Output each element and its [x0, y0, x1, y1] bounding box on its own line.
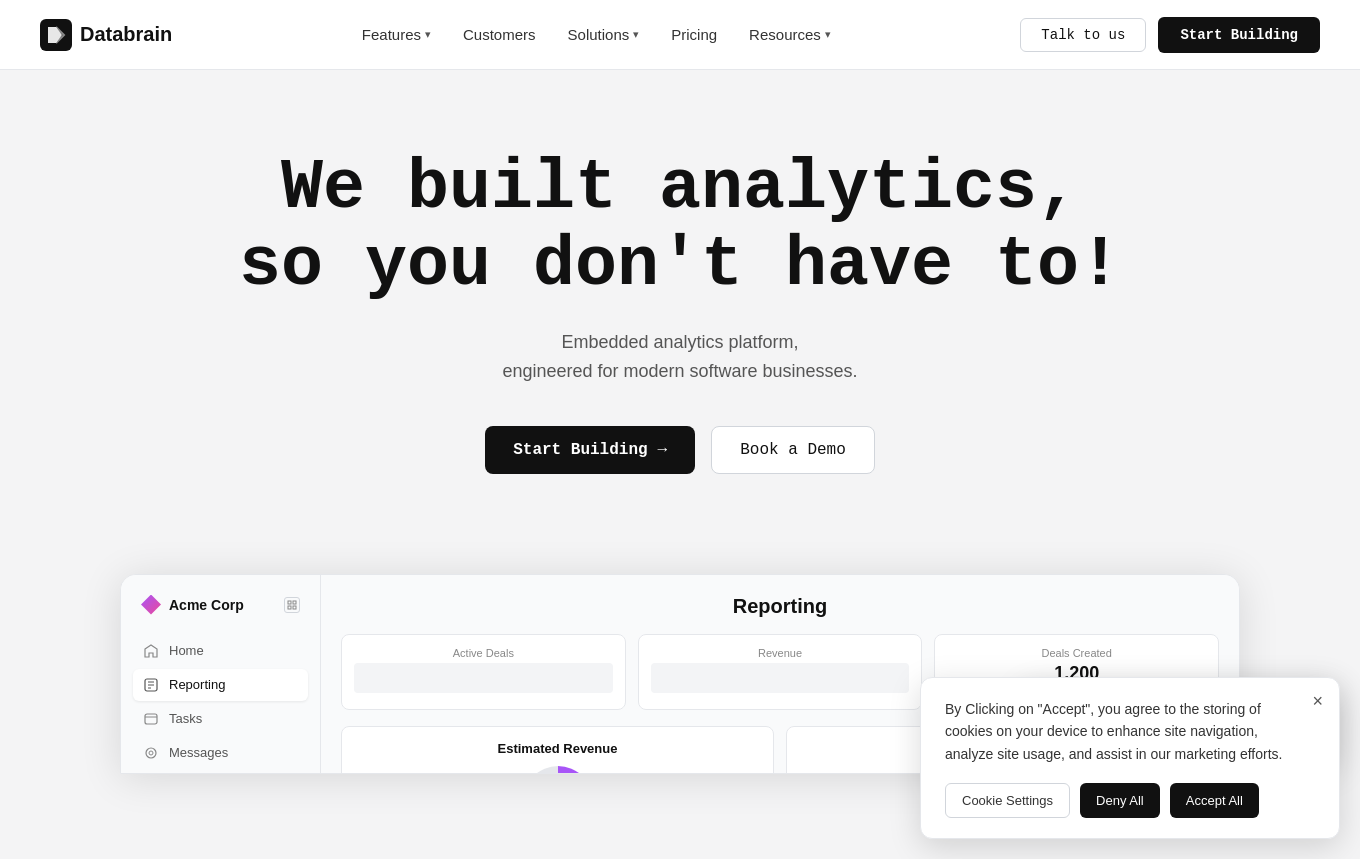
sidebar-item-reporting[interactable]: Reporting: [133, 669, 308, 701]
navbar: Databrain Features ▾ Customers Solutions…: [0, 0, 1360, 70]
svg-point-11: [146, 748, 156, 758]
sidebar-item-home[interactable]: Home: [133, 635, 308, 667]
nav-item-resources[interactable]: Resources ▾: [749, 26, 831, 43]
start-building-label: Start Building: [513, 441, 647, 459]
nav-resources-label: Resources: [749, 26, 821, 43]
sidebar-item-tasks[interactable]: Tasks: [133, 703, 308, 735]
messages-icon: [143, 745, 159, 761]
hero-title-line1: We built analytics,: [281, 149, 1079, 228]
nav-solutions-label: Solutions: [568, 26, 630, 43]
metric-revenue-label: Revenue: [651, 647, 910, 659]
talk-to-us-button[interactable]: Talk to us: [1020, 18, 1146, 52]
hero-subtitle-line2: engineered for modern software businesse…: [502, 361, 857, 381]
metric-placeholder: [354, 663, 613, 693]
nav-item-customers[interactable]: Customers: [463, 26, 536, 43]
sidebar-nav: Home Reporting: [133, 635, 308, 769]
metric-deals-created-label: Deals Created: [947, 647, 1206, 659]
estimated-revenue-title: Estimated Revenue: [356, 741, 759, 756]
hero-subtitle: Embedded analytics platform, engineered …: [239, 328, 1121, 386]
chevron-down-icon: ▾: [425, 28, 431, 41]
cookie-close-button[interactable]: ×: [1312, 692, 1323, 710]
hero-subtitle-line1: Embedded analytics platform,: [561, 332, 798, 352]
sidebar-messages-label: Messages: [169, 745, 228, 760]
arrow-right-icon: →: [658, 441, 668, 459]
app-sidebar: Acme Corp: [121, 575, 321, 773]
svg-rect-2: [293, 601, 296, 604]
estimated-revenue-card: Estimated Revenue: [341, 726, 774, 773]
start-building-nav-button[interactable]: Start Building: [1158, 17, 1320, 53]
svg-rect-4: [293, 606, 296, 609]
nav-customers-label: Customers: [463, 26, 536, 43]
sidebar-diamond-icon: [141, 595, 161, 615]
svg-rect-9: [145, 714, 157, 724]
svg-rect-1: [288, 601, 291, 604]
metric-active-deals-label: Active Deals: [354, 647, 613, 659]
nav-item-features[interactable]: Features ▾: [362, 26, 431, 43]
sidebar-expand-icon[interactable]: [284, 597, 300, 613]
home-icon: [143, 643, 159, 659]
sidebar-tasks-label: Tasks: [169, 711, 202, 726]
nav-actions: Talk to us Start Building: [1020, 17, 1320, 53]
metric-card-active-deals: Active Deals: [341, 634, 626, 710]
cookie-settings-button[interactable]: Cookie Settings: [945, 783, 1070, 818]
hero-section: We built analytics, so you don't have to…: [0, 0, 1360, 774]
donut-chart: [356, 766, 759, 773]
tasks-icon: [143, 711, 159, 727]
accept-all-button[interactable]: Accept All: [1170, 783, 1259, 818]
book-demo-button[interactable]: Book a Demo: [711, 426, 875, 474]
logo-link[interactable]: Databrain: [40, 19, 172, 51]
svg-point-12: [149, 751, 153, 755]
hero-buttons: Start Building → Book a Demo: [239, 426, 1121, 474]
cookie-actions: Cookie Settings Deny All Accept All: [945, 783, 1315, 818]
logo-icon: [40, 19, 72, 51]
nav-links: Features ▾ Customers Solutions ▾ Pricing…: [362, 26, 831, 43]
hero-content: We built analytics, so you don't have to…: [199, 70, 1161, 574]
sidebar-logo-area: Acme Corp: [141, 595, 244, 615]
deny-all-button[interactable]: Deny All: [1080, 783, 1160, 818]
svg-rect-3: [288, 606, 291, 609]
sidebar-home-label: Home: [169, 643, 204, 658]
nav-pricing-label: Pricing: [671, 26, 717, 43]
hero-title-line2: so you don't have to!: [239, 226, 1121, 305]
chevron-down-icon: ▾: [825, 28, 831, 41]
reporting-icon: [143, 677, 159, 693]
app-reporting-header: Reporting: [341, 595, 1219, 618]
hero-title: We built analytics, so you don't have to…: [239, 150, 1121, 304]
sidebar-header: Acme Corp: [133, 595, 308, 615]
cookie-banner: × By Clicking on "Accept", you agree to …: [920, 677, 1340, 839]
nav-item-pricing[interactable]: Pricing: [671, 26, 717, 43]
start-building-hero-button[interactable]: Start Building →: [485, 426, 695, 474]
sidebar-item-messages[interactable]: Messages: [133, 737, 308, 769]
expand-icon: [287, 600, 297, 610]
logo-text: Databrain: [80, 23, 172, 46]
chevron-down-icon: ▾: [633, 28, 639, 41]
sidebar-company-name: Acme Corp: [169, 597, 244, 613]
donut-visual: [523, 766, 593, 773]
cookie-text: By Clicking on "Accept", you agree to th…: [945, 698, 1315, 765]
metric-card-revenue: Revenue: [638, 634, 923, 710]
metric-placeholder: [651, 663, 910, 693]
sidebar-reporting-label: Reporting: [169, 677, 225, 692]
nav-features-label: Features: [362, 26, 421, 43]
nav-item-solutions[interactable]: Solutions ▾: [568, 26, 640, 43]
